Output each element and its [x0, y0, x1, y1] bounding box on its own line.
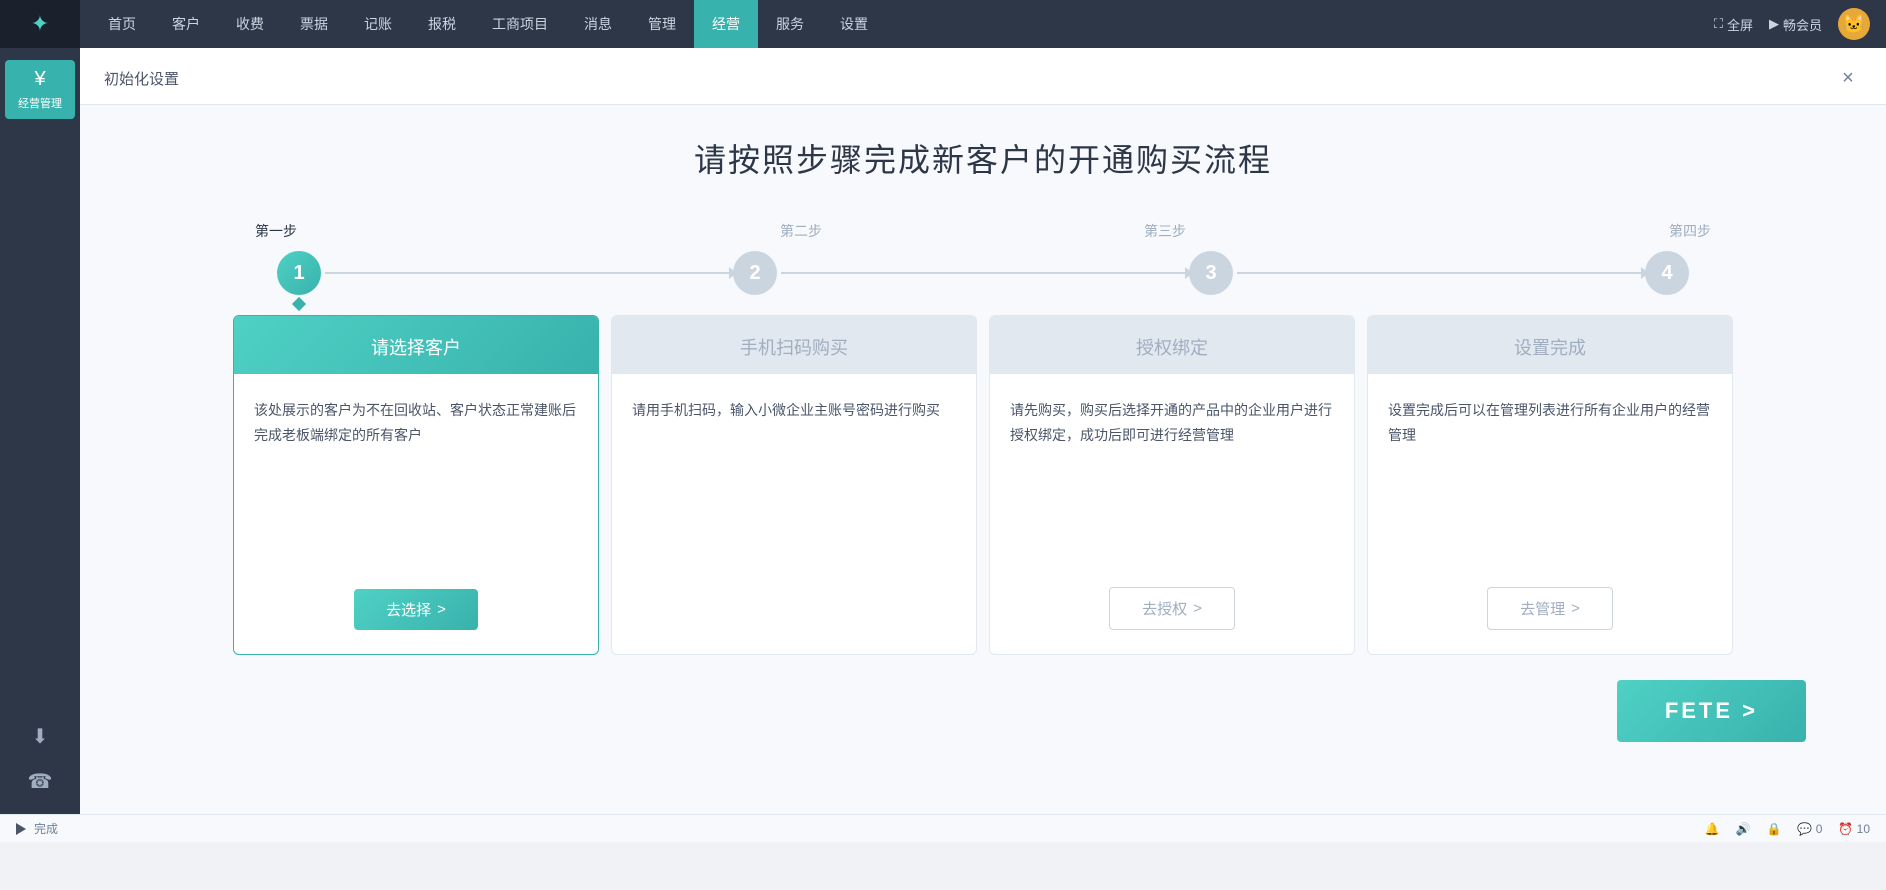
nav-item-tax[interactable]: 报税 [410, 0, 474, 48]
logo-area: ✦ [0, 0, 80, 48]
step2-card-footer [612, 630, 976, 654]
step4-card-footer: 去管理 > [1368, 587, 1732, 654]
notification-icon: 🔔 [1705, 822, 1720, 836]
nav-item-home[interactable]: 首页 [90, 0, 154, 48]
close-button[interactable]: × [1834, 64, 1862, 92]
sidebar-item-download[interactable]: ⬇ [5, 716, 75, 757]
step3-card-footer: 去授权 > [990, 587, 1354, 654]
step1-circle: 1 [277, 251, 321, 295]
avatar[interactable]: 🐱 [1838, 8, 1870, 40]
steps-container: 第一步 第二步 第三步 第四步 1 [233, 221, 1733, 655]
step4-card-body: 设置完成后可以在管理列表进行所有企业用户的经营管理 [1368, 374, 1732, 587]
nav-item-manage[interactable]: 管理 [630, 0, 694, 48]
step2-circle: 2 [733, 251, 777, 295]
nav-item-fee[interactable]: 收费 [218, 0, 282, 48]
step3-label: 第三步 [1144, 221, 1186, 241]
step1-card: 请选择客户 该处展示的客户为不在回收站、客户状态正常建账后完成老板端绑定的所有客… [233, 315, 599, 655]
step4-circle-wrapper: 4 [1645, 251, 1689, 295]
main-heading: 请按照步骤完成新客户的开通购买流程 [694, 135, 1272, 181]
nav-items: 首页 客户 收费 票据 记账 报税 工商项目 消息 管理 经营 服务 设置 [90, 0, 1714, 48]
top-nav: ✦ 首页 客户 收费 票据 记账 报税 工商项目 消息 管理 经营 服务 设置 … [0, 0, 1886, 48]
connector-3-4 [1237, 272, 1641, 274]
status-bar: 完成 🔔 🔊 🔒 💬 0 ⏰ 10 [0, 814, 1886, 842]
fete-area: FETE > [1617, 680, 1806, 742]
step2-circle-wrapper: 2 [733, 251, 777, 295]
lock-icon: 🔒 [1766, 822, 1781, 836]
sidebar-item-operation[interactable]: ¥ 经营管理 [5, 60, 75, 119]
step2-card-header: 手机扫码购买 [612, 316, 976, 374]
step1-btn-arrow: > [437, 601, 446, 618]
step1-card-footer: 去选择 > [234, 589, 598, 654]
nav-item-accounting[interactable]: 记账 [346, 0, 410, 48]
page-title: 初始化设置 [104, 68, 179, 89]
fete-button[interactable]: FETE > [1617, 680, 1806, 742]
time-display: ⏰ 10 [1838, 822, 1870, 836]
volume-icon: 🔊 [1736, 822, 1751, 836]
nav-item-message[interactable]: 消息 [566, 0, 630, 48]
sidebar: ¥ 经营管理 ⬇ ☎ [0, 48, 80, 814]
connector-1-2 [325, 272, 729, 274]
step1-action-button[interactable]: 去选择 > [354, 589, 478, 630]
sidebar-item-support[interactable]: ☎ [5, 761, 75, 802]
step1-card-header: 请选择客户 [234, 316, 598, 374]
step-numbers-row: 1 2 [233, 251, 1733, 295]
content-area: 请按照步骤完成新客户的开通购买流程 第一步 第二步 第三步 第四步 [80, 105, 1886, 814]
step3-card: 授权绑定 请先购买，购买后选择开通的产品中的企业用户进行授权绑定，成功后即可进行… [989, 315, 1355, 655]
cards-row: 请选择客户 该处展示的客户为不在回收站、客户状态正常建账后完成老板端绑定的所有客… [233, 315, 1733, 655]
step3-card-body: 请先购买，购买后选择开通的产品中的企业用户进行授权绑定，成功后即可进行经营管理 [990, 374, 1354, 587]
message-count: 💬 0 [1797, 822, 1822, 836]
status-bar-right: 🔔 🔊 🔒 💬 0 ⏰ 10 [1705, 822, 1870, 836]
step-labels-row: 第一步 第二步 第三步 第四步 [233, 221, 1733, 241]
step3-card-header: 授权绑定 [990, 316, 1354, 374]
nav-item-settings[interactable]: 设置 [822, 0, 886, 48]
status-text: 完成 [34, 820, 58, 837]
sidebar-item-label: 经营管理 [18, 95, 62, 111]
step2-label: 第二步 [780, 221, 822, 241]
fullscreen-button[interactable]: ⛶ 全屏 [1714, 15, 1753, 34]
nav-item-operation[interactable]: 经营 [694, 0, 758, 48]
logo-icon: ✦ [31, 11, 49, 37]
step4-card: 设置完成 设置完成后可以在管理列表进行所有企业用户的经营管理 去管理 > [1367, 315, 1733, 655]
step4-circle: 4 [1645, 251, 1689, 295]
step4-card-header: 设置完成 [1368, 316, 1732, 374]
fullscreen-icon: ⛶ [1714, 16, 1723, 32]
step4-action-button[interactable]: 去管理 > [1487, 587, 1613, 630]
membership-icon: ▶ [1769, 16, 1779, 32]
phone-icon: ☎ [28, 769, 53, 794]
nav-right: ⛶ 全屏 ▶ 畅会员 🐱 [1714, 8, 1870, 40]
step4-label: 第四步 [1669, 221, 1711, 241]
step1-diamond [292, 297, 306, 311]
step3-circle: 3 [1189, 251, 1233, 295]
step1-label: 第一步 [255, 221, 297, 241]
nav-item-service[interactable]: 服务 [758, 0, 822, 48]
connector-2-3 [781, 272, 1185, 274]
nav-item-invoice[interactable]: 票据 [282, 0, 346, 48]
download-icon: ⬇ [32, 724, 49, 749]
yuan-icon: ¥ [34, 68, 45, 91]
step3-btn-arrow: > [1193, 600, 1202, 617]
step1-card-body: 该处展示的客户为不在回收站、客户状态正常建账后完成老板端绑定的所有客户 [234, 374, 598, 589]
step3-circle-wrapper: 3 [1189, 251, 1233, 295]
step2-card: 手机扫码购买 请用手机扫码，输入小微企业主账号密码进行购买 [611, 315, 977, 655]
step2-card-body: 请用手机扫码，输入小微企业主账号密码进行购买 [612, 374, 976, 630]
main-content: 初始化设置 × 请按照步骤完成新客户的开通购买流程 第一步 第二步 第三步 第四… [80, 48, 1886, 814]
step3-action-button[interactable]: 去授权 > [1109, 587, 1235, 630]
membership-button[interactable]: ▶ 畅会员 [1769, 15, 1822, 34]
page-header: 初始化设置 × [80, 48, 1886, 105]
play-button[interactable] [16, 823, 26, 835]
nav-item-business[interactable]: 工商项目 [474, 0, 566, 48]
nav-item-customer[interactable]: 客户 [154, 0, 218, 48]
step4-btn-arrow: > [1571, 600, 1580, 617]
step1-circle-wrapper: 1 [277, 251, 321, 295]
status-bar-left: 完成 [16, 820, 58, 837]
sidebar-bottom: ⬇ ☎ [5, 716, 75, 814]
